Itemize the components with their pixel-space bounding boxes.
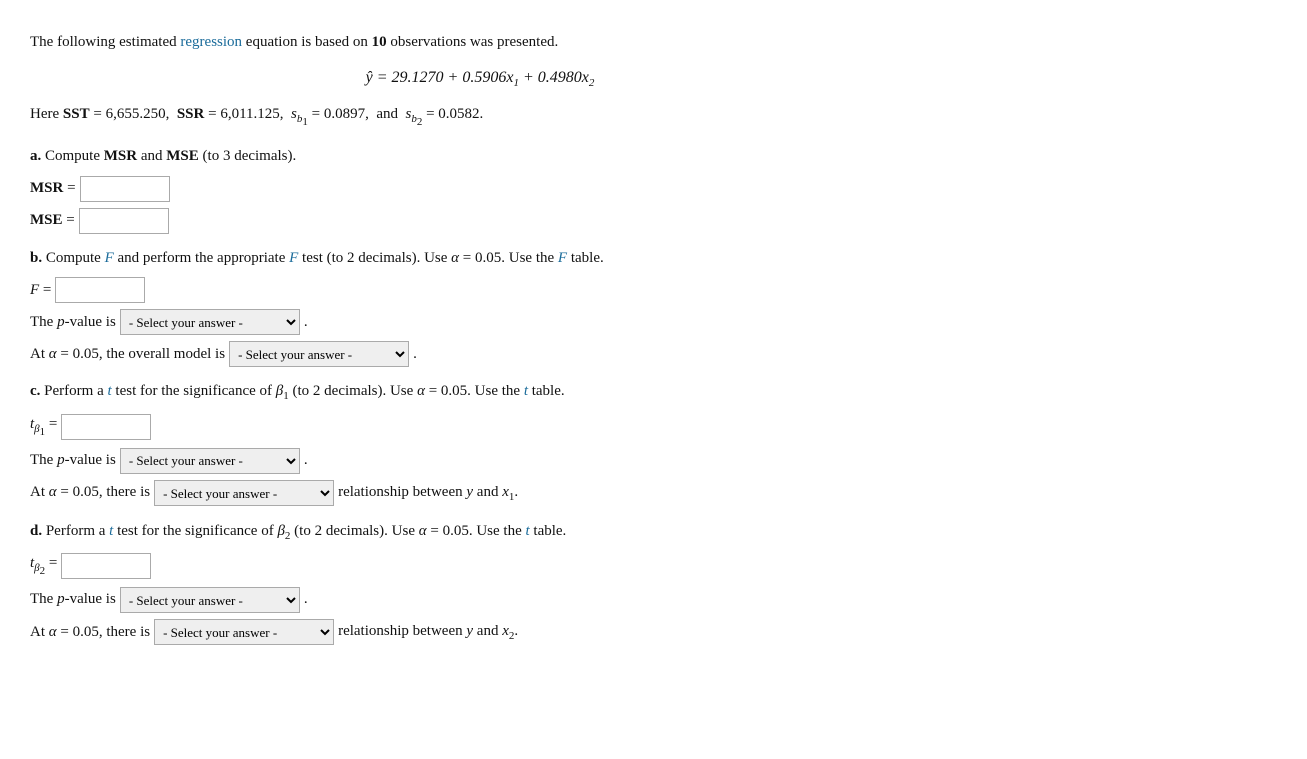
given-values: Here SST = 6,655.250, SSR = 6,011.125, s… <box>30 102 930 132</box>
msr-row: MSR = <box>30 176 930 202</box>
c-pvalue-dot: . <box>304 448 308 474</box>
main-equation: ŷ = 29.1270 + 0.5906x1 + 0.4980x2 <box>30 64 930 93</box>
main-content: The following estimated regression equat… <box>30 30 930 646</box>
tb1-input[interactable] <box>61 414 151 440</box>
f-input[interactable] <box>55 277 145 303</box>
section-a-label: a. <box>30 148 41 164</box>
tb1-label: tβ1 = <box>30 412 57 442</box>
b-model-select[interactable]: - Select your answer - significant not s… <box>229 341 409 367</box>
mse-input[interactable] <box>79 208 169 234</box>
d-relationship-select[interactable]: - Select your answer - a significant no … <box>154 619 334 645</box>
tb2-label: tβ2 = <box>30 551 57 581</box>
f-row: F = <box>30 277 930 303</box>
tb2-input[interactable] <box>61 553 151 579</box>
section-b-header: b. Compute F and perform the appropriate… <box>30 246 930 272</box>
c-pvalue-prefix: The p-value is <box>30 448 116 474</box>
mse-row: MSE = <box>30 208 930 234</box>
c-pvalue-select[interactable]: - Select your answer - less than .01 bet… <box>120 448 300 474</box>
b-pvalue-select[interactable]: - Select your answer - less than .01 bet… <box>120 309 300 335</box>
d-t-table: t <box>525 523 529 539</box>
f-word: F <box>105 250 114 266</box>
d-pvalue-row: The p-value is - Select your answer - le… <box>30 587 930 613</box>
c-alpha-suffix: relationship between y and x1. <box>338 480 518 507</box>
b-alpha-row: At α = 0.05, the overall model is - Sele… <box>30 341 930 367</box>
d-t-word: t <box>109 523 113 539</box>
tb2-row: tβ2 = <box>30 551 930 581</box>
d-pvalue-select[interactable]: - Select your answer - less than .01 bet… <box>120 587 300 613</box>
f-table-ref: F <box>558 250 567 266</box>
regression-word: regression <box>180 34 242 50</box>
d-alpha-suffix: relationship between y and x2. <box>338 619 518 646</box>
msr-label: MSR = <box>30 176 76 202</box>
section-c-label: c. <box>30 383 40 399</box>
d-alpha-row: At α = 0.05, there is - Select your answ… <box>30 619 930 646</box>
section-c-header: c. Perform a t test for the significance… <box>30 379 930 406</box>
n-value: 10 <box>372 34 387 50</box>
f-word2: F <box>289 250 298 266</box>
intro-text: The following estimated regression equat… <box>30 30 930 56</box>
c-t-table: t <box>524 383 528 399</box>
mse-word: MSE <box>166 148 199 164</box>
c-alpha-row: At α = 0.05, there is - Select your answ… <box>30 480 930 507</box>
msr-input[interactable] <box>80 176 170 202</box>
b-pvalue-dot: . <box>304 310 308 336</box>
c-relationship-select[interactable]: - Select your answer - a significant no … <box>154 480 334 506</box>
d-pvalue-dot: . <box>304 587 308 613</box>
b-alpha-prefix: At α = 0.05, the overall model is <box>30 342 225 368</box>
msr-word: MSR <box>104 148 137 164</box>
d-alpha-prefix: At α = 0.05, there is <box>30 620 150 646</box>
b-alpha-dot: . <box>413 342 417 368</box>
mse-label: MSE = <box>30 208 75 234</box>
section-a-header: a. Compute MSR and MSE (to 3 decimals). <box>30 144 930 170</box>
section-d-header: d. Perform a t test for the significance… <box>30 519 930 546</box>
section-b-label: b. <box>30 250 42 266</box>
tb1-row: tβ1 = <box>30 412 930 442</box>
c-alpha-prefix: At α = 0.05, there is <box>30 480 150 506</box>
section-d-label: d. <box>30 523 42 539</box>
d-pvalue-prefix: The p-value is <box>30 587 116 613</box>
b-pvalue-row: The p-value is - Select your answer - le… <box>30 309 930 335</box>
c-t-word: t <box>107 383 111 399</box>
b-pvalue-prefix: The p-value is <box>30 310 116 336</box>
c-pvalue-row: The p-value is - Select your answer - le… <box>30 448 930 474</box>
f-label: F = <box>30 278 51 304</box>
